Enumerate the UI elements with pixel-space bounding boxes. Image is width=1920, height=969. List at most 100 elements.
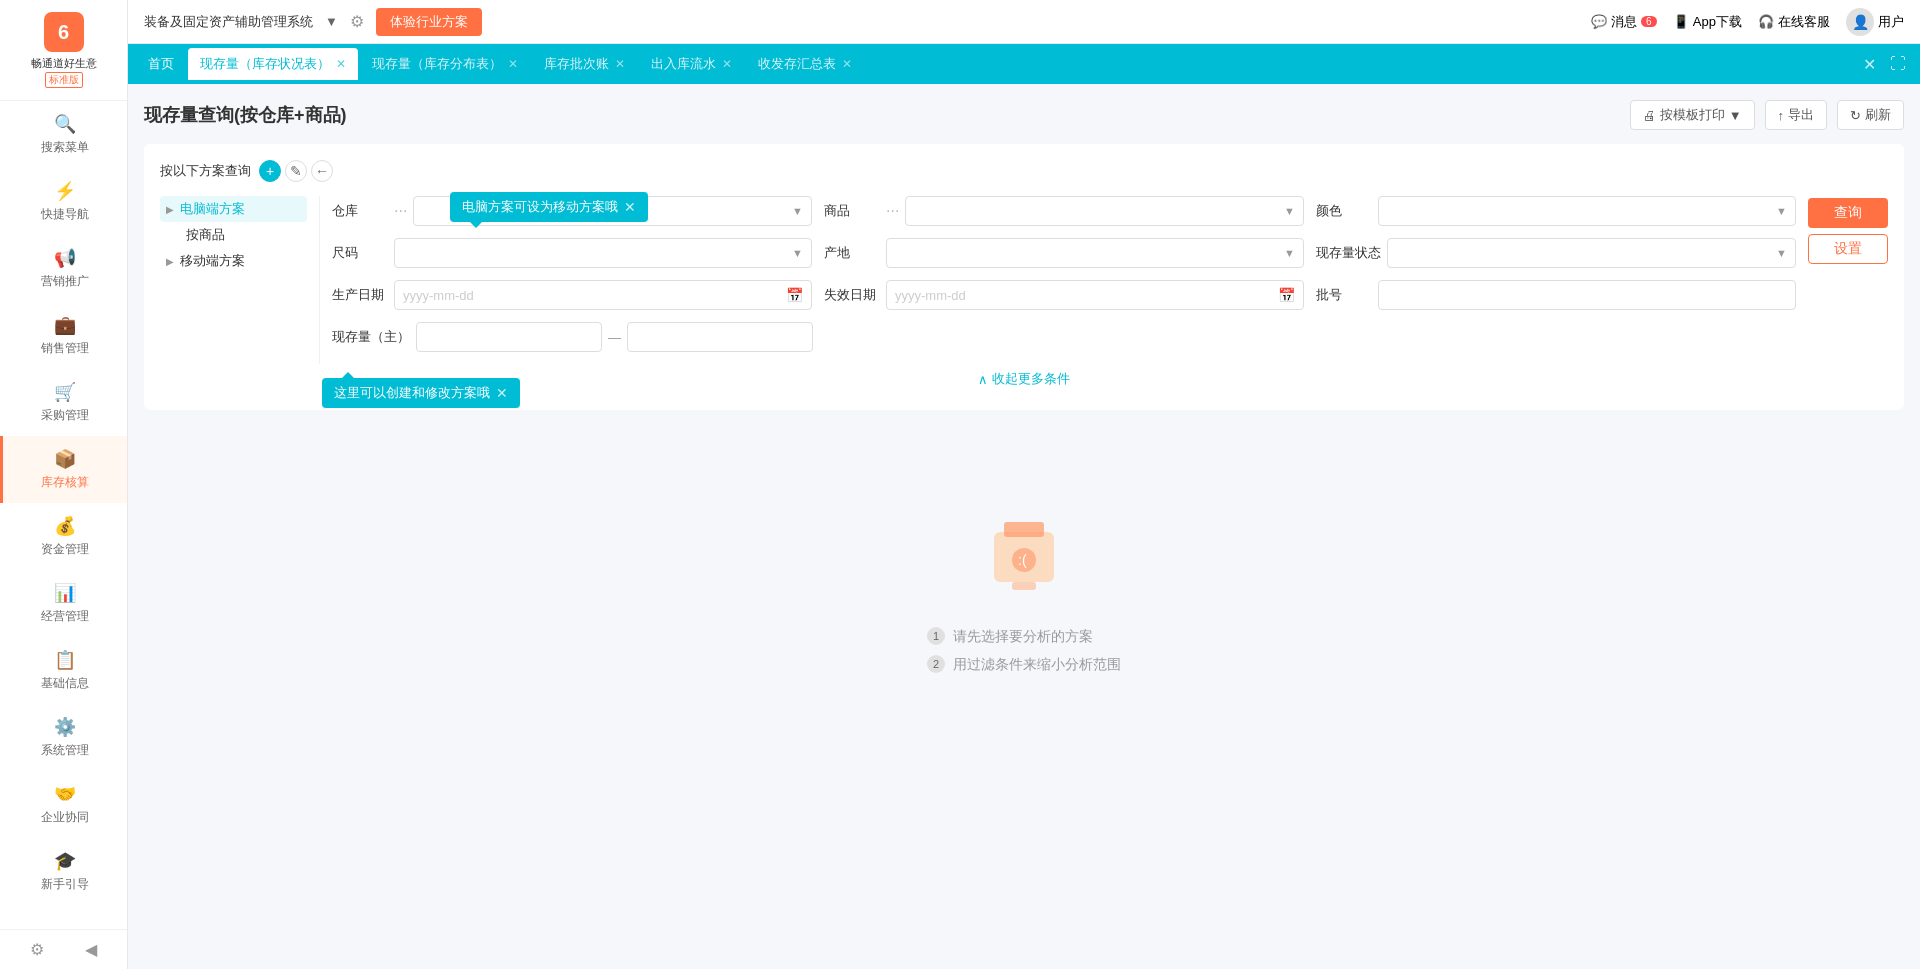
filter-header: 按以下方案查询 + ✎ ← 电脑方案可设为移动方案哦 ✕ [160, 160, 1888, 182]
batch-input[interactable] [1378, 280, 1796, 310]
notifications-btn[interactable]: 💬 消息 6 [1591, 13, 1657, 31]
tip-text-2: 用过滤条件来缩小分析范围 [953, 650, 1121, 678]
collapse-sidebar-icon[interactable]: ◀ [85, 940, 97, 959]
tabs-bar: 首页 现存量（库存状况表） ✕ 现存量（库存分布表） ✕ 库存批次账 ✕ 出入库… [128, 44, 1920, 84]
filter-row-4: 现存量（主） — [332, 322, 1796, 352]
main-area: 装备及固定资产辅助管理系统 ▼ ⚙ 体验行业方案 💬 消息 6 📱 App下载 … [128, 0, 1920, 969]
prod-date-input[interactable]: yyyy-mm-dd 📅 [394, 280, 812, 310]
product-select[interactable]: ▼ [905, 196, 1304, 226]
tab-in-out-flow[interactable]: 出入库流水 ✕ [639, 48, 744, 80]
tab-collect-report[interactable]: 收发存汇总表 ✕ [746, 48, 864, 80]
sidebar-item-enterprise[interactable]: 🤝 企业协同 [0, 771, 127, 838]
tooltip-close-1[interactable]: ✕ [624, 199, 636, 215]
system-dropdown[interactable]: ▼ [325, 14, 338, 29]
chevron-down-icon: ▼ [1776, 205, 1787, 217]
stock-status-label: 现存量状态 [1316, 244, 1381, 262]
search-btn[interactable]: 查询 [1808, 198, 1888, 228]
tab-home[interactable]: 首页 [136, 48, 186, 80]
stock-status-select[interactable]: ▼ [1387, 238, 1796, 268]
sidebar-item-label: 快捷导航 [41, 206, 89, 223]
system-name: 装备及固定资产辅助管理系统 [144, 13, 313, 31]
empty-tip-1: 1 请先选择要分析的方案 [927, 622, 1121, 650]
tabs-expand-icon[interactable]: ⛶ [1884, 55, 1912, 73]
add-scheme-btn[interactable]: + [259, 160, 281, 182]
industry-btn[interactable]: 体验行业方案 [376, 8, 482, 36]
filter-field-stock-qty: 现存量（主） — [332, 322, 813, 352]
sidebar-item-sales[interactable]: 💼 销售管理 [0, 302, 127, 369]
home-tab-label: 首页 [148, 55, 174, 73]
tab-close-icon[interactable]: ✕ [336, 57, 346, 71]
scheme-tree-item-pc[interactable]: ▶ 电脑端方案 [160, 196, 307, 222]
tooltip-popup-2: 这里可以创建和修改方案哦 ✕ [322, 378, 520, 408]
reset-btn[interactable]: 设置 [1808, 234, 1888, 264]
expire-date-input[interactable]: yyyy-mm-dd 📅 [886, 280, 1304, 310]
notification-count: 6 [1641, 16, 1657, 27]
prod-date-placeholder: yyyy-mm-dd [403, 288, 474, 303]
headset-icon: 🎧 [1758, 14, 1774, 29]
gear-icon[interactable]: ⚙ [350, 12, 364, 31]
sidebar-item-quick-nav[interactable]: ⚡ 快捷导航 [0, 168, 127, 235]
logo-text: 畅通道好生意 [31, 56, 97, 70]
refresh-icon: ↻ [1850, 108, 1861, 123]
inventory-icon: 📦 [54, 448, 76, 470]
chevron-down-icon: ▼ [792, 205, 803, 217]
chevron-down-icon: ▼ [1284, 205, 1295, 217]
refresh-btn[interactable]: ↻ 刷新 [1837, 100, 1904, 130]
empty-tip-2: 2 用过滤条件来缩小分析范围 [927, 650, 1121, 678]
settings-icon[interactable]: ⚙ [30, 940, 44, 959]
sidebar-item-label: 采购管理 [41, 407, 89, 424]
filter-field-expire-date: 失效日期 yyyy-mm-dd 📅 [824, 280, 1304, 310]
calendar-icon: 📅 [1278, 287, 1295, 303]
filter-field-color: 颜色 ▼ [1316, 196, 1796, 226]
sidebar-item-marketing[interactable]: 📢 营销推广 [0, 235, 127, 302]
print-label: 按模板打印 [1660, 106, 1725, 124]
scheme-sub-pc[interactable]: 按商品 [180, 222, 307, 248]
size-label: 尺码 [332, 244, 388, 262]
stock-qty-to[interactable] [627, 322, 813, 352]
sidebar-item-label: 搜索菜单 [41, 139, 89, 156]
chevron-down-icon: ▼ [1284, 247, 1295, 259]
tab-close-icon[interactable]: ✕ [842, 57, 852, 71]
tab-close-icon[interactable]: ✕ [722, 57, 732, 71]
filter-field-batch: 批号 [1316, 280, 1796, 310]
sidebar-item-finance[interactable]: 💰 资金管理 [0, 503, 127, 570]
sidebar-item-search-menu[interactable]: 🔍 搜索菜单 [0, 101, 127, 168]
page-title: 现存量查询(按仓库+商品) [144, 103, 347, 127]
sidebar-item-inventory[interactable]: 📦 库存核算 [0, 436, 127, 503]
sidebar-item-base-info[interactable]: 📋 基础信息 [0, 637, 127, 704]
origin-select[interactable]: ▼ [886, 238, 1304, 268]
stock-qty-from[interactable] [416, 322, 602, 352]
sidebar-item-system[interactable]: ⚙️ 系统管理 [0, 704, 127, 771]
tab-inventory-status[interactable]: 现存量（库存状况表） ✕ [188, 48, 358, 80]
sidebar-item-guide[interactable]: 🎓 新手引导 [0, 838, 127, 905]
app-download-btn[interactable]: 📱 App下载 [1673, 13, 1742, 31]
tab-close-icon[interactable]: ✕ [615, 57, 625, 71]
scheme-tree-item-mobile[interactable]: ▶ 移动端方案 [160, 248, 307, 274]
tab-inventory-dist[interactable]: 现存量（库存分布表） ✕ [360, 48, 530, 80]
sidebar-item-label: 基础信息 [41, 675, 89, 692]
scheme-tree-label: 移动端方案 [180, 252, 245, 270]
refresh-label: 刷新 [1865, 106, 1891, 124]
tabs-close-all-icon[interactable]: ✕ [1857, 55, 1882, 74]
user-menu[interactable]: 👤 用户 [1846, 8, 1904, 36]
edit-scheme-btn[interactable]: ✎ [285, 160, 307, 182]
header-right: 💬 消息 6 📱 App下载 🎧 在线客服 👤 用户 [1591, 8, 1904, 36]
scheme-sub-label: 按商品 [186, 226, 225, 244]
app-download-label: App下载 [1693, 13, 1742, 31]
export-label: 导出 [1788, 106, 1814, 124]
export-btn[interactable]: ↑ 导出 [1765, 100, 1828, 130]
base-info-icon: 📋 [54, 649, 76, 671]
tab-batch-account[interactable]: 库存批次账 ✕ [532, 48, 637, 80]
online-support-btn[interactable]: 🎧 在线客服 [1758, 13, 1830, 31]
tab-close-icon[interactable]: ✕ [508, 57, 518, 71]
print-btn[interactable]: 🖨 按模板打印 ▼ [1630, 100, 1755, 130]
size-select[interactable]: ▼ [394, 238, 812, 268]
back-scheme-btn[interactable]: ← [311, 160, 333, 182]
sidebar-item-purchase[interactable]: 🛒 采购管理 [0, 369, 127, 436]
stock-qty-label: 现存量（主） [332, 328, 410, 346]
export-icon: ↑ [1778, 108, 1785, 123]
expire-date-placeholder: yyyy-mm-dd [895, 288, 966, 303]
color-select[interactable]: ▼ [1378, 196, 1796, 226]
tooltip-close-2[interactable]: ✕ [496, 385, 508, 401]
sidebar-item-operations[interactable]: 📊 经营管理 [0, 570, 127, 637]
